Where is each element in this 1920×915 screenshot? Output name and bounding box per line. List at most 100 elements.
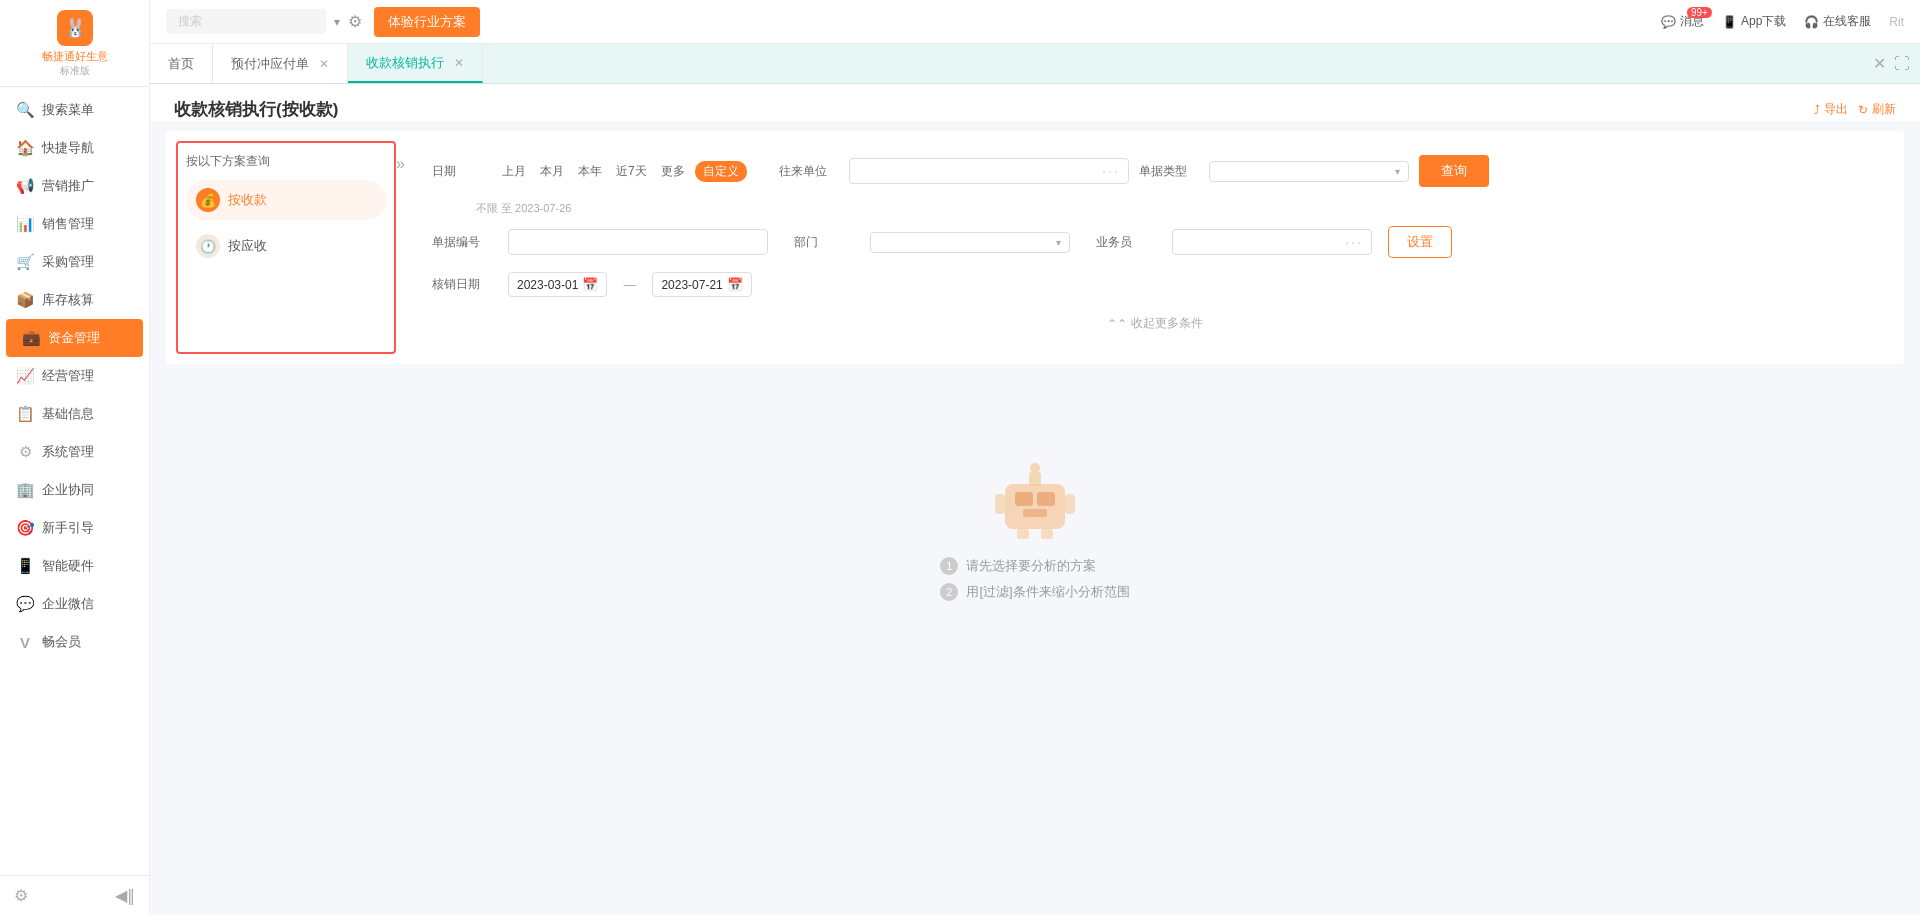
tab-collection[interactable]: 收款核销执行 ✕ [348, 44, 483, 83]
sidebar-item-label: 搜索菜单 [42, 101, 94, 119]
sidebar-item-system[interactable]: ⚙ 系统管理 [0, 433, 149, 471]
sidebar-item-marketing[interactable]: 📢 营销推广 [0, 167, 149, 205]
app-version: 标准版 [60, 64, 90, 78]
filter-by-collection[interactable]: 💰 按收款 [186, 180, 386, 220]
sidebar-item-sales[interactable]: 📊 销售管理 [0, 205, 149, 243]
refresh-label: 刷新 [1872, 101, 1896, 118]
svg-rect-9 [1041, 529, 1053, 539]
sidebar-item-label: 畅会员 [42, 633, 81, 651]
filter-by-receivable[interactable]: 🕐 按应收 [186, 226, 386, 266]
sidebar-item-search[interactable]: 🔍 搜索菜单 [0, 91, 149, 129]
sidebar-item-purchase[interactable]: 🛒 采购管理 [0, 243, 149, 281]
empty-tip-1: 1 请先选择要分析的方案 [940, 557, 1129, 575]
sidebar-item-basic[interactable]: 📋 基础信息 [0, 395, 149, 433]
sidebar-item-label: 企业协同 [42, 481, 94, 499]
filter-options-panel: 按以下方案查询 💰 按收款 🕐 按应收 [176, 141, 396, 354]
tab-expand-icon[interactable]: ⛶ [1894, 55, 1910, 73]
collapse-sidebar-icon[interactable]: ◀‖ [115, 886, 135, 905]
sidebar-item-label: 企业微信 [42, 595, 94, 613]
date-shortcut-more[interactable]: 更多 [657, 161, 689, 182]
filter-row-2: 单据编号 部门 ▾ 业务员 ··· 设置 [432, 226, 1878, 258]
guide-icon: 🎯 [16, 519, 34, 537]
topbar-message[interactable]: 💬 消息 99+ [1661, 13, 1704, 30]
app-logo: 🐰 畅捷通好生意 标准版 [0, 0, 149, 87]
sidebar-menu: 🔍 搜索菜单 🏠 快捷导航 📢 营销推广 📊 销售管理 🛒 采购管理 📦 库存核… [0, 87, 149, 875]
tab-close-prepay[interactable]: ✕ [319, 57, 329, 71]
sidebar-item-quicknav[interactable]: 🏠 快捷导航 [0, 129, 149, 167]
doc-no-input[interactable] [508, 229, 768, 255]
filter-panel: 按以下方案查询 💰 按收款 🕐 按应收 » 日期 [166, 131, 1904, 364]
query-btn[interactable]: 查询 [1419, 155, 1489, 187]
partner-dots-icon[interactable]: ··· [1102, 163, 1120, 179]
setting-btn[interactable]: 设置 [1388, 226, 1452, 258]
date-shortcut-this-month[interactable]: 本月 [536, 161, 568, 182]
date-no-limit-text: 不限 至 2023-07-26 [476, 201, 571, 216]
sidebar-item-inventory[interactable]: 📦 库存核算 [0, 281, 149, 319]
dept-label: 部门 [794, 234, 854, 251]
sidebar-item-label: 快捷导航 [42, 139, 94, 157]
export-btn[interactable]: ⤴ 导出 [1814, 101, 1848, 118]
collapse-more-btn[interactable]: ⌃⌃ 收起更多条件 [432, 311, 1878, 340]
receivable-option-icon: 🕐 [196, 234, 220, 258]
sidebar-bottom: ⚙ ◀‖ [0, 875, 149, 915]
tab-close-all-icon[interactable]: ✕ [1873, 54, 1886, 73]
doc-type-select[interactable]: ▾ [1209, 161, 1409, 182]
app-download-icon: 📱 [1722, 15, 1737, 29]
collapse-up-icon: ⌃⌃ [1107, 317, 1127, 331]
topbar-dropdown-icon[interactable]: ▾ [334, 15, 340, 29]
sidebar-item-operation[interactable]: 📈 经营管理 [0, 357, 149, 395]
inventory-icon: 📦 [16, 291, 34, 309]
date-shortcut-custom[interactable]: 自定义 [695, 161, 747, 182]
content-area: 收款核销执行(按收款) ⤴ 导出 ↻ 刷新 按以下方案查询 💰 按收款 [150, 84, 1920, 915]
staff-select[interactable]: ··· [1172, 229, 1372, 255]
staff-label: 业务员 [1096, 234, 1156, 251]
tab-close-collection[interactable]: ✕ [454, 56, 464, 70]
date-shortcut-this-year[interactable]: 本年 [574, 161, 606, 182]
topbar-left: 搜索 ▾ ⚙ [166, 9, 362, 34]
empty-state: 1 请先选择要分析的方案 2 用[过滤]条件来缩小分析范围 [150, 374, 1920, 641]
sidebar-item-guide[interactable]: 🎯 新手引导 [0, 509, 149, 547]
writeoff-start-date[interactable]: 2023-03-01 📅 [508, 272, 607, 297]
service-icon: 🎧 [1804, 15, 1819, 29]
filter-collapse-arrow[interactable]: » [396, 141, 416, 354]
basic-icon: 📋 [16, 405, 34, 423]
system-icon: ⚙ [16, 443, 34, 461]
sidebar-item-label: 资金管理 [48, 329, 100, 347]
svg-point-5 [1030, 463, 1040, 473]
sidebar-item-finance[interactable]: 💼 资金管理 [6, 319, 143, 357]
app-name: 畅捷通好生意 [42, 49, 108, 64]
sidebar-item-wechat[interactable]: 💬 企业微信 [0, 585, 149, 623]
staff-dots-icon[interactable]: ··· [1345, 234, 1363, 250]
partner-select[interactable]: ··· [849, 158, 1129, 184]
sidebar-item-hardware[interactable]: 📱 智能硬件 [0, 547, 149, 585]
svg-rect-4 [1029, 472, 1041, 486]
tip-num-1: 1 [940, 557, 958, 575]
date-label: 日期 [432, 163, 492, 180]
settings-bottom-icon[interactable]: ⚙ [14, 886, 28, 905]
date-nolimit-row: 不限 至 2023-07-26 [476, 201, 1878, 216]
solution-btn[interactable]: 体验行业方案 [374, 7, 480, 37]
doc-type-arrow-icon: ▾ [1395, 166, 1400, 177]
doc-type-label: 单据类型 [1139, 163, 1199, 180]
sidebar-item-corp[interactable]: 🏢 企业协同 [0, 471, 149, 509]
topbar-app-download[interactable]: 📱 App下载 [1722, 13, 1786, 30]
dept-select[interactable]: ▾ [870, 232, 1070, 253]
filter-row-1: 日期 上月 本月 本年 近7天 更多 自定义 往来单位 ··· [432, 155, 1878, 187]
partner-label: 往来单位 [779, 163, 839, 180]
collapse-label: 收起更多条件 [1131, 315, 1203, 332]
date-shortcut-7days[interactable]: 近7天 [612, 161, 651, 182]
tab-home[interactable]: 首页 [150, 44, 213, 83]
writeoff-end-date[interactable]: 2023-07-21 📅 [652, 272, 751, 297]
tab-prepay[interactable]: 预付冲应付单 ✕ [213, 44, 348, 83]
topbar-gear-icon[interactable]: ⚙ [348, 12, 362, 31]
dept-arrow-icon: ▾ [1056, 237, 1061, 248]
refresh-btn[interactable]: ↻ 刷新 [1858, 101, 1896, 118]
svg-rect-8 [1017, 529, 1029, 539]
topbar-service[interactable]: 🎧 在线客服 [1804, 13, 1871, 30]
writeoff-end-val: 2023-07-21 [661, 278, 722, 292]
date-shortcut-last-month[interactable]: 上月 [498, 161, 530, 182]
sidebar-item-member[interactable]: V 畅会员 [0, 623, 149, 661]
writeoff-start-cal-icon: 📅 [582, 277, 598, 292]
export-label: 导出 [1824, 101, 1848, 118]
tip-text-1: 请先选择要分析的方案 [966, 557, 1096, 575]
